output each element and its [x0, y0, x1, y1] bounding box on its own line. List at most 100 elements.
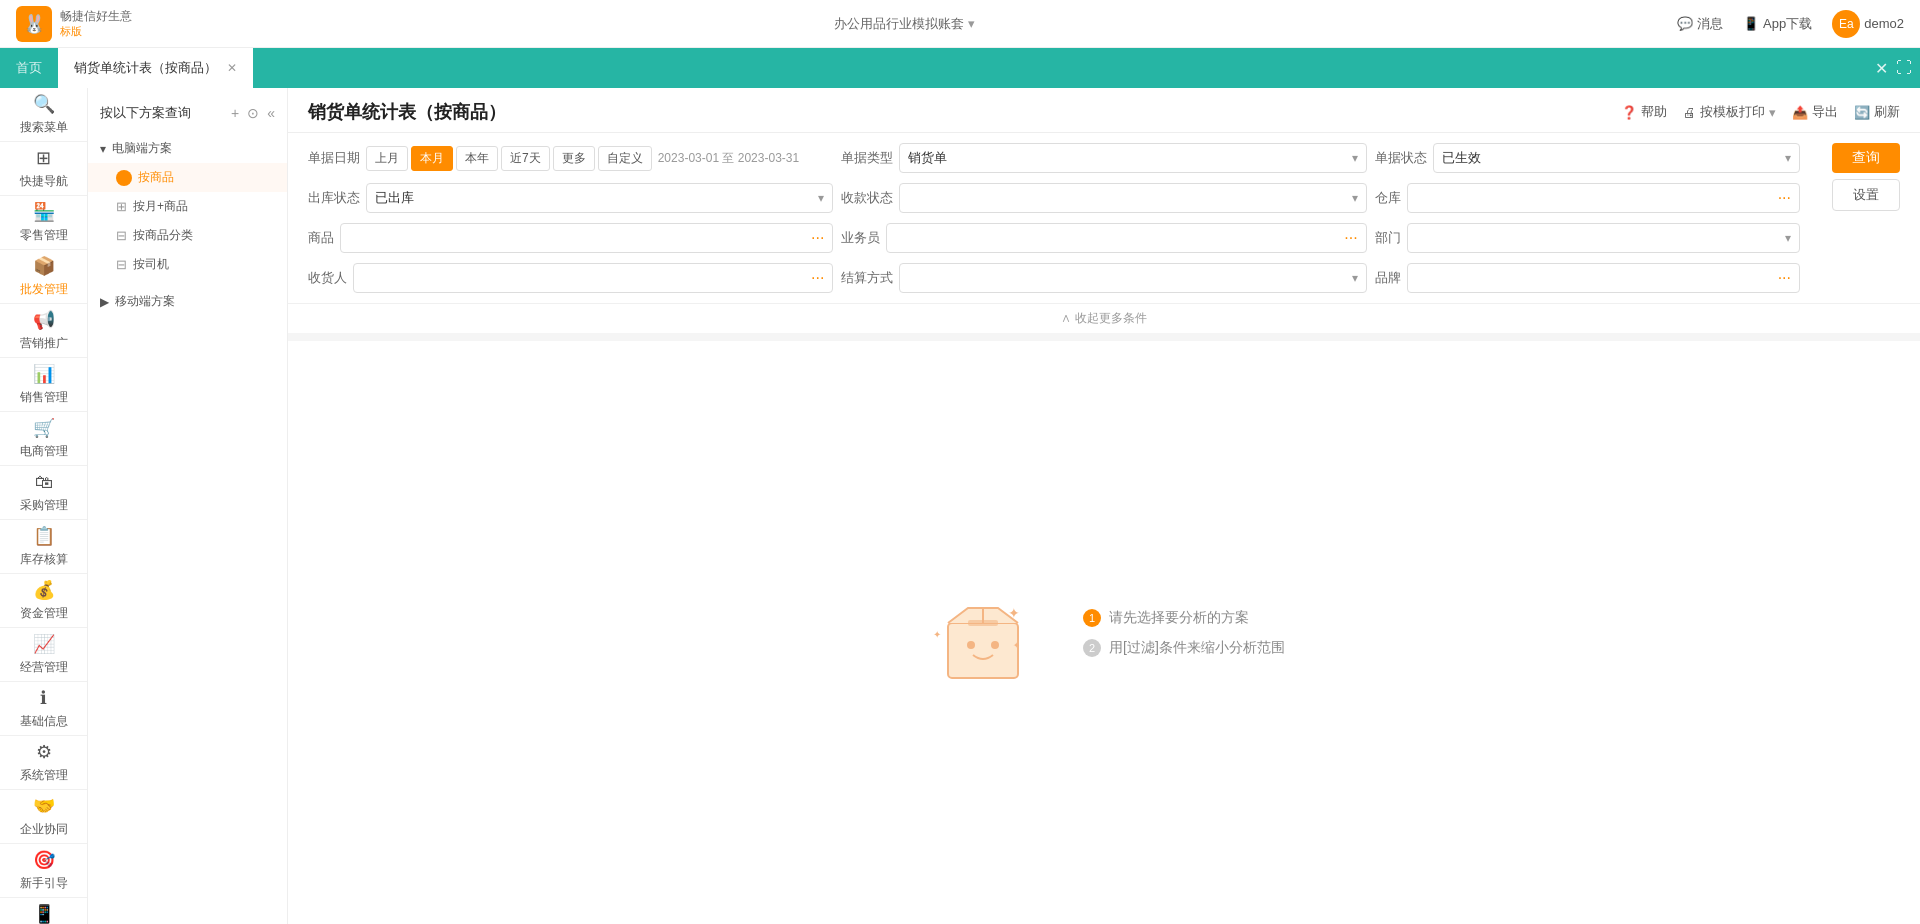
department-chevron-icon: ▾ — [1785, 231, 1791, 245]
last-month-btn[interactable]: 上月 — [366, 146, 408, 171]
sidebar-item-enterprise[interactable]: 🤝 企业协同 — [0, 790, 87, 844]
sidebar-item-search-menu[interactable]: 🔍 搜索菜单 — [0, 88, 87, 142]
brand-input[interactable]: ··· — [1407, 263, 1800, 293]
empty-step2: 2 用[过滤]条件来缩小分析范围 — [1083, 639, 1285, 657]
pc-section-arrow-icon: ▾ — [100, 142, 106, 156]
purchase-icon: 🛍 — [35, 472, 53, 493]
workspace-selector[interactable]: 办公用品行业模拟账套 ▾ — [834, 15, 975, 33]
newbie-icon: 🎯 — [33, 849, 55, 871]
tab-bar-right: ✕ ⛶ — [1875, 48, 1920, 88]
expand-window-icon[interactable]: ⛶ — [1896, 59, 1912, 77]
avatar: Ea — [1832, 10, 1860, 38]
filter-section: 单据日期 上月 本月 本年 近7天 更多 自定义 2023-03-01 至 20… — [288, 133, 1920, 303]
filter-row-2: 出库状态 已出库 ▾ 收款状态 ▾ 仓库 — [308, 183, 1900, 213]
panel-leaf-by-category[interactable]: ⊟ 按商品分类 — [88, 221, 287, 250]
sidebar-item-marketing[interactable]: 📢 营销推广 — [0, 304, 87, 358]
single-type-label: 单据类型 — [841, 149, 893, 167]
query-btn[interactable]: 查询 — [1832, 143, 1900, 173]
salesperson-input[interactable]: ··· — [886, 223, 1366, 253]
export-btn[interactable]: 📤 导出 — [1792, 103, 1838, 121]
single-type-dropdown[interactable]: 销货单 ▾ — [899, 143, 1366, 173]
more-btn[interactable]: 更多 — [553, 146, 595, 171]
last7days-btn[interactable]: 近7天 — [501, 146, 550, 171]
warehouse-dots-icon[interactable]: ··· — [1778, 189, 1791, 207]
sales-icon: 📊 — [33, 363, 55, 385]
sidebar-item-system[interactable]: ⚙ 系统管理 — [0, 736, 87, 790]
pc-section: ▾ 电脑端方案 按商品 ⊞ 按月+商品 ⊟ 按商品分类 ⊟ 按司机 — [88, 130, 287, 283]
tab-sales-stat[interactable]: 销货单统计表（按商品） ✕ — [58, 48, 253, 88]
sidebar-item-ecommerce[interactable]: 🛒 电商管理 — [0, 412, 87, 466]
this-year-btn[interactable]: 本年 — [456, 146, 498, 171]
sidebar-item-retail[interactable]: 🏪 零售管理 — [0, 196, 87, 250]
panel-leaf-by-product[interactable]: 按商品 — [88, 163, 287, 192]
panel-collapse-icon[interactable]: « — [267, 105, 275, 121]
appstore-icon: 📱 — [33, 903, 55, 924]
page-title-row: 销货单统计表（按商品） ❓ 帮助 🖨 按模板打印 ▾ 📤 导出 🔄 刷新 — [288, 88, 1920, 133]
sidebar-item-inventory[interactable]: 📋 库存核算 — [0, 520, 87, 574]
left-panel: 按以下方案查询 + ⊙ « ▾ 电脑端方案 按商品 ⊞ 按月+商品 ⊟ — [88, 88, 288, 924]
close-window-icon[interactable]: ✕ — [1875, 59, 1888, 78]
receiver-dots-icon[interactable]: ··· — [811, 269, 824, 287]
department-dropdown[interactable]: ▾ — [1407, 223, 1800, 253]
sidebar-item-quick-nav[interactable]: ⊞ 快捷导航 — [0, 142, 87, 196]
sidebar-item-basic[interactable]: ℹ 基础信息 — [0, 682, 87, 736]
panel-leaf-by-driver[interactable]: ⊟ 按司机 — [88, 250, 287, 279]
help-btn[interactable]: ❓ 帮助 — [1621, 103, 1667, 121]
header-right: 💬 消息 📱 App下载 Ea demo2 — [1677, 10, 1904, 38]
product-label: 商品 — [308, 229, 334, 247]
message-icon: 💬 — [1677, 16, 1693, 31]
product-dots-icon[interactable]: ··· — [811, 229, 824, 247]
brand-dots-icon[interactable]: ··· — [1778, 269, 1791, 287]
sidebar-item-purchase[interactable]: 🛍 采购管理 — [0, 466, 87, 520]
delivery-status-dropdown[interactable]: 已出库 ▾ — [366, 183, 833, 213]
workspace-arrow-icon: ▾ — [968, 16, 975, 31]
single-date-filter: 单据日期 上月 本月 本年 近7天 更多 自定义 2023-03-01 至 20… — [308, 146, 833, 171]
export-icon: 📤 — [1792, 105, 1808, 120]
custom-btn[interactable]: 自定义 — [598, 146, 652, 171]
mobile-section: ▶ 移动端方案 — [88, 283, 287, 320]
warehouse-input[interactable]: ··· — [1407, 183, 1800, 213]
settings-btn[interactable]: 设置 — [1832, 179, 1900, 211]
department-label: 部门 — [1375, 229, 1401, 247]
system-icon: ⚙ — [36, 741, 52, 763]
receiver-input[interactable]: ··· — [353, 263, 833, 293]
delivery-status-chevron-icon: ▾ — [818, 191, 824, 205]
department-filter: 部门 ▾ — [1375, 223, 1900, 253]
panel-settings-icon[interactable]: ⊙ — [247, 105, 259, 121]
message-btn[interactable]: 💬 消息 — [1677, 15, 1723, 33]
marketing-icon: 📢 — [33, 309, 55, 331]
tab-home[interactable]: 首页 — [0, 48, 58, 88]
single-status-filter: 单据状态 已生效 ▾ — [1375, 143, 1900, 173]
settlement-filter: 结算方式 ▾ — [841, 263, 1366, 293]
single-status-chevron-icon: ▾ — [1785, 151, 1791, 165]
collapse-bar[interactable]: ∧ 收起更多条件 — [288, 303, 1920, 333]
pc-section-title[interactable]: ▾ 电脑端方案 — [88, 134, 287, 163]
this-month-btn[interactable]: 本月 — [411, 146, 453, 171]
by-product-dot-icon — [116, 170, 132, 186]
svg-point-3 — [967, 641, 975, 649]
help-icon: ❓ — [1621, 105, 1637, 120]
receipt-status-dropdown[interactable]: ▾ — [899, 183, 1366, 213]
refresh-btn[interactable]: 🔄 刷新 — [1854, 103, 1900, 121]
user-menu[interactable]: Ea demo2 — [1832, 10, 1904, 38]
retail-icon: 🏪 — [33, 201, 55, 223]
sidebar-item-newbie[interactable]: 🎯 新手引导 — [0, 844, 87, 898]
panel-add-icon[interactable]: + — [231, 105, 239, 121]
tab-close-icon[interactable]: ✕ — [227, 61, 237, 75]
sidebar-item-appstore[interactable]: 📱 应用中心 — [0, 898, 87, 924]
panel-leaf-by-month-product[interactable]: ⊞ 按月+商品 — [88, 192, 287, 221]
content-area: 销货单统计表（按商品） ❓ 帮助 🖨 按模板打印 ▾ 📤 导出 🔄 刷新 — [288, 88, 1920, 924]
sidebar-item-finance[interactable]: 💰 资金管理 — [0, 574, 87, 628]
salesperson-dots-icon[interactable]: ··· — [1344, 229, 1357, 247]
app-download-btn[interactable]: 📱 App下载 — [1743, 15, 1812, 33]
sidebar-item-sales[interactable]: 📊 销售管理 — [0, 358, 87, 412]
settlement-dropdown[interactable]: ▾ — [899, 263, 1366, 293]
sidebar-item-wholesale[interactable]: 📦 批发管理 — [0, 250, 87, 304]
sidebar-item-operations[interactable]: 📈 经营管理 — [0, 628, 87, 682]
salesperson-label: 业务员 — [841, 229, 880, 247]
logo-area: 🐰 畅捷信好生意 标版 — [16, 6, 132, 42]
single-status-dropdown[interactable]: 已生效 ▾ — [1433, 143, 1800, 173]
product-input[interactable]: ··· — [340, 223, 833, 253]
mobile-section-title[interactable]: ▶ 移动端方案 — [88, 287, 287, 316]
template-print-btn[interactable]: 🖨 按模板打印 ▾ — [1683, 103, 1776, 121]
